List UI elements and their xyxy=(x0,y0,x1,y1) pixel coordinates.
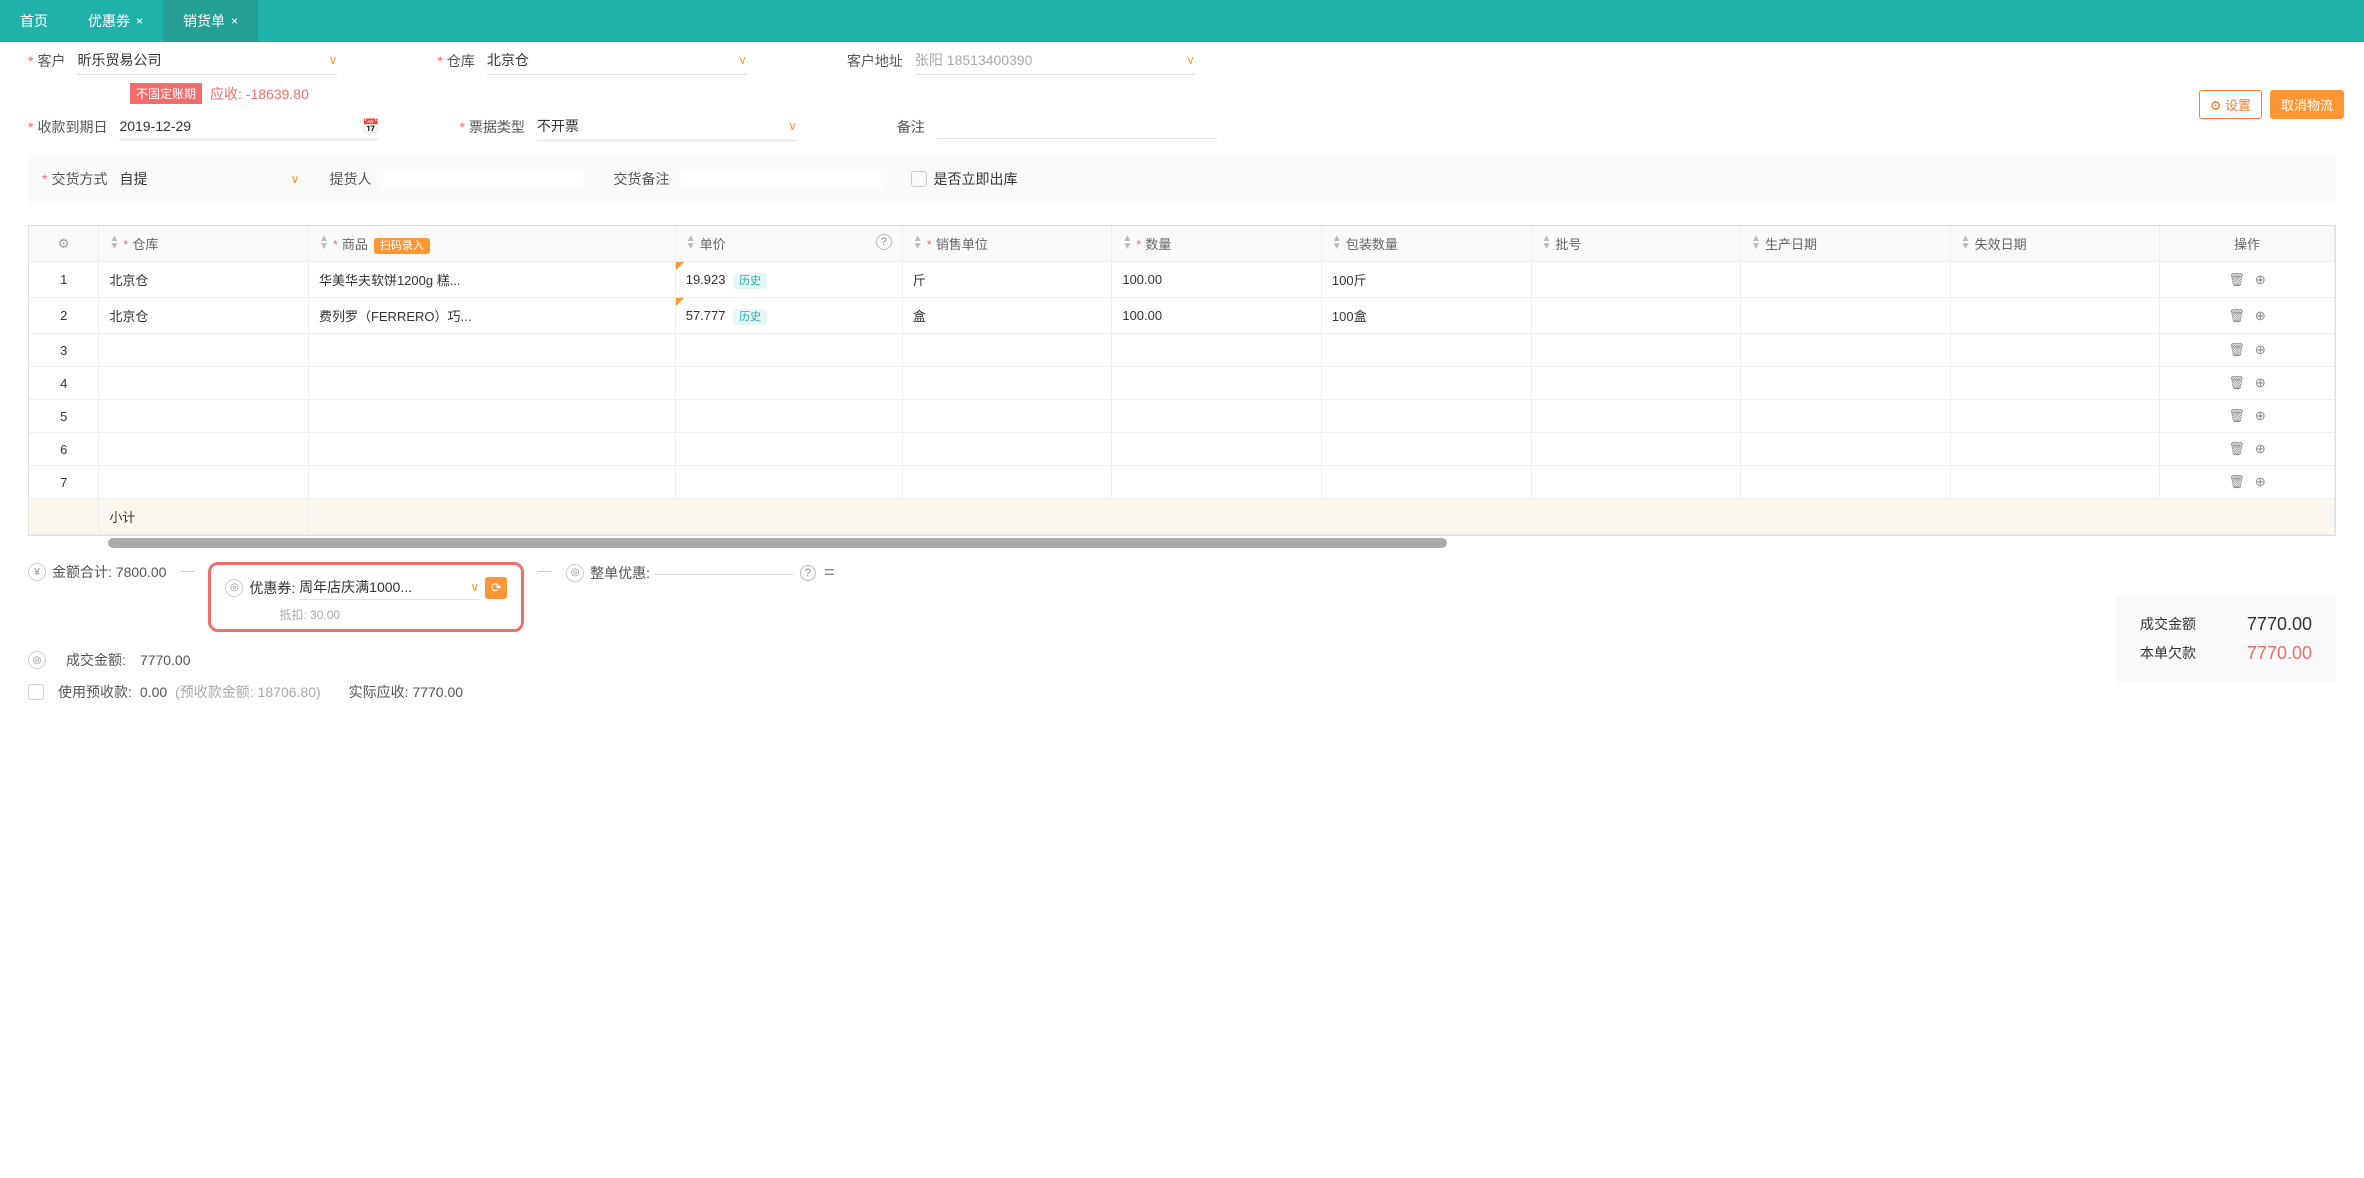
gear-icon[interactable]: ⚙ xyxy=(58,236,70,251)
table-row[interactable]: 1北京仓华美华夫软饼1200g 糕...19.923 历史斤100.00100斤… xyxy=(29,262,2335,298)
remark-input[interactable] xyxy=(937,114,1217,139)
use-prepay-label: 使用预收款: xyxy=(58,682,132,702)
cancel-logistics-button[interactable]: 取消物流 xyxy=(2270,90,2344,119)
paydate-input[interactable]: 2019-12-29📅 xyxy=(119,114,379,140)
chevron-down-icon: ∨ xyxy=(788,119,797,133)
equals-icon: = xyxy=(824,562,835,583)
chevron-down-icon: ∨ xyxy=(470,580,479,594)
help-icon[interactable]: ? xyxy=(800,565,816,581)
delete-row-icon[interactable]: 🗑 xyxy=(2228,272,2245,288)
add-row-icon[interactable]: ⊕ xyxy=(2255,308,2266,324)
coupon-highlight-box: ◎ 优惠券: 周年店庆满1000...∨ ⟳ 抵扣: 30.00 xyxy=(208,562,524,632)
table-row[interactable]: 6🗑⊕ xyxy=(29,433,2335,466)
order-discount-label: 整单优惠: xyxy=(590,563,650,583)
table-row[interactable]: 4🗑⊕ xyxy=(29,367,2335,400)
delivery-remark-label: 交货备注 xyxy=(613,169,669,189)
delete-row-icon[interactable]: 🗑 xyxy=(2228,308,2245,324)
delivery-bar: *交货方式 自提∨ 提货人 交货备注 是否立即出库 xyxy=(28,155,2336,203)
use-prepay-checkbox[interactable] xyxy=(28,684,44,700)
coupon-label: 优惠券: xyxy=(249,578,295,598)
billtype-label: 票据类型 xyxy=(469,117,525,137)
scan-input-badge[interactable]: 扫码录入 xyxy=(374,238,430,254)
billtype-select[interactable]: 不开票∨ xyxy=(537,112,797,141)
currency-icon: ¥ xyxy=(28,563,46,581)
items-table: ⚙ *仓库 *商品扫码录入 单价? *销售单位 *数量 包装数量 批号 生产日期… xyxy=(28,225,2336,536)
history-badge[interactable]: 历史 xyxy=(733,273,767,289)
help-icon[interactable]: ? xyxy=(876,234,892,250)
receivable-label: 应收: -18639.80 xyxy=(210,84,309,104)
add-row-icon[interactable]: ⊕ xyxy=(2255,375,2266,391)
deal-amount-value: 7770.00 xyxy=(140,652,191,668)
table-row[interactable]: 5🗑⊕ xyxy=(29,400,2335,433)
delete-row-icon[interactable]: 🗑 xyxy=(2228,408,2245,424)
table-row[interactable]: 3🗑⊕ xyxy=(29,334,2335,367)
delete-row-icon[interactable]: 🗑 xyxy=(2228,375,2245,391)
refresh-coupon-button[interactable]: ⟳ xyxy=(485,577,507,599)
delete-row-icon[interactable]: 🗑 xyxy=(2228,441,2245,457)
chevron-down-icon: ∨ xyxy=(738,53,747,67)
period-badge: 不固定账期 xyxy=(130,83,202,104)
customer-label: 客户 xyxy=(37,51,65,71)
chevron-down-icon: ∨ xyxy=(1186,53,1195,67)
address-select[interactable]: 张阳 18513400390∨ xyxy=(915,46,1195,75)
delete-row-icon[interactable]: 🗑 xyxy=(2228,342,2245,358)
footer-summary: ¥ 金额合计: 7800.00 — ◎ 优惠券: 周年店庆满1000...∨ ⟳… xyxy=(0,548,2364,646)
chevron-down-icon: ∨ xyxy=(329,53,338,67)
total-value: 7800.00 xyxy=(116,564,167,580)
remark-label: 备注 xyxy=(897,117,925,137)
warehouse-select[interactable]: 北京仓∨ xyxy=(487,46,747,75)
add-row-icon[interactable]: ⊕ xyxy=(2255,441,2266,457)
table-row[interactable]: 2北京仓费列罗（FERRERO）巧...57.777 历史盒100.00100盒… xyxy=(29,298,2335,334)
total-label: 金额合计: xyxy=(52,562,112,582)
tab-sales-order[interactable]: 销货单× xyxy=(163,0,258,42)
delivery-method-label: 交货方式 xyxy=(51,169,107,189)
horizontal-scrollbar[interactable] xyxy=(108,538,1447,548)
tab-coupon[interactable]: 优惠券× xyxy=(68,0,163,42)
paydate-label: 收款到期日 xyxy=(37,117,107,137)
calendar-icon[interactable]: 📅 xyxy=(362,118,379,135)
deduct-text: 抵扣: 30.00 xyxy=(279,606,340,623)
delivery-method-select[interactable]: 自提∨ xyxy=(119,165,299,193)
customer-select[interactable]: 昕乐贸易公司∨ xyxy=(77,46,337,75)
warehouse-label: 仓库 xyxy=(447,51,475,71)
instant-out-checkbox[interactable] xyxy=(911,171,927,187)
close-icon[interactable]: × xyxy=(136,14,143,28)
picker-label: 提货人 xyxy=(329,169,371,189)
coupon-icon: ◎ xyxy=(225,579,243,597)
add-row-icon[interactable]: ⊕ xyxy=(2255,408,2266,424)
add-row-icon[interactable]: ⊕ xyxy=(2255,272,2266,288)
add-row-icon[interactable]: ⊕ xyxy=(2255,342,2266,358)
deal-icon: ◎ xyxy=(28,651,46,669)
delete-row-icon[interactable]: 🗑 xyxy=(2228,474,2245,490)
order-form: *客户 昕乐贸易公司∨ *仓库 北京仓∨ 客户地址 张阳 18513400390… xyxy=(0,42,2364,211)
instant-out-label: 是否立即出库 xyxy=(933,169,1017,189)
totals-panel: 成交金额7770.00 本单欠款7770.00 xyxy=(2116,596,2336,682)
deal-amount-label: 成交金额: xyxy=(66,650,126,670)
tab-bar: 首页 优惠券× 销货单× xyxy=(0,0,2364,42)
add-row-icon[interactable]: ⊕ xyxy=(2255,474,2266,490)
discount-icon: ◎ xyxy=(566,564,584,582)
delivery-remark-input[interactable] xyxy=(681,167,881,191)
picker-input[interactable] xyxy=(383,167,583,191)
history-badge[interactable]: 历史 xyxy=(733,309,767,325)
settings-button[interactable]: ⚙ 设置 xyxy=(2199,90,2262,119)
address-label: 客户地址 xyxy=(847,51,903,71)
tab-home[interactable]: 首页 xyxy=(0,0,68,42)
coupon-select[interactable]: 周年店庆满1000...∨ xyxy=(299,575,479,600)
order-discount-input[interactable] xyxy=(654,570,794,575)
use-prepay-value: 0.00 xyxy=(140,684,167,700)
table-row[interactable]: 7🗑⊕ xyxy=(29,466,2335,499)
close-icon[interactable]: × xyxy=(231,14,238,28)
chevron-down-icon: ∨ xyxy=(291,172,300,186)
